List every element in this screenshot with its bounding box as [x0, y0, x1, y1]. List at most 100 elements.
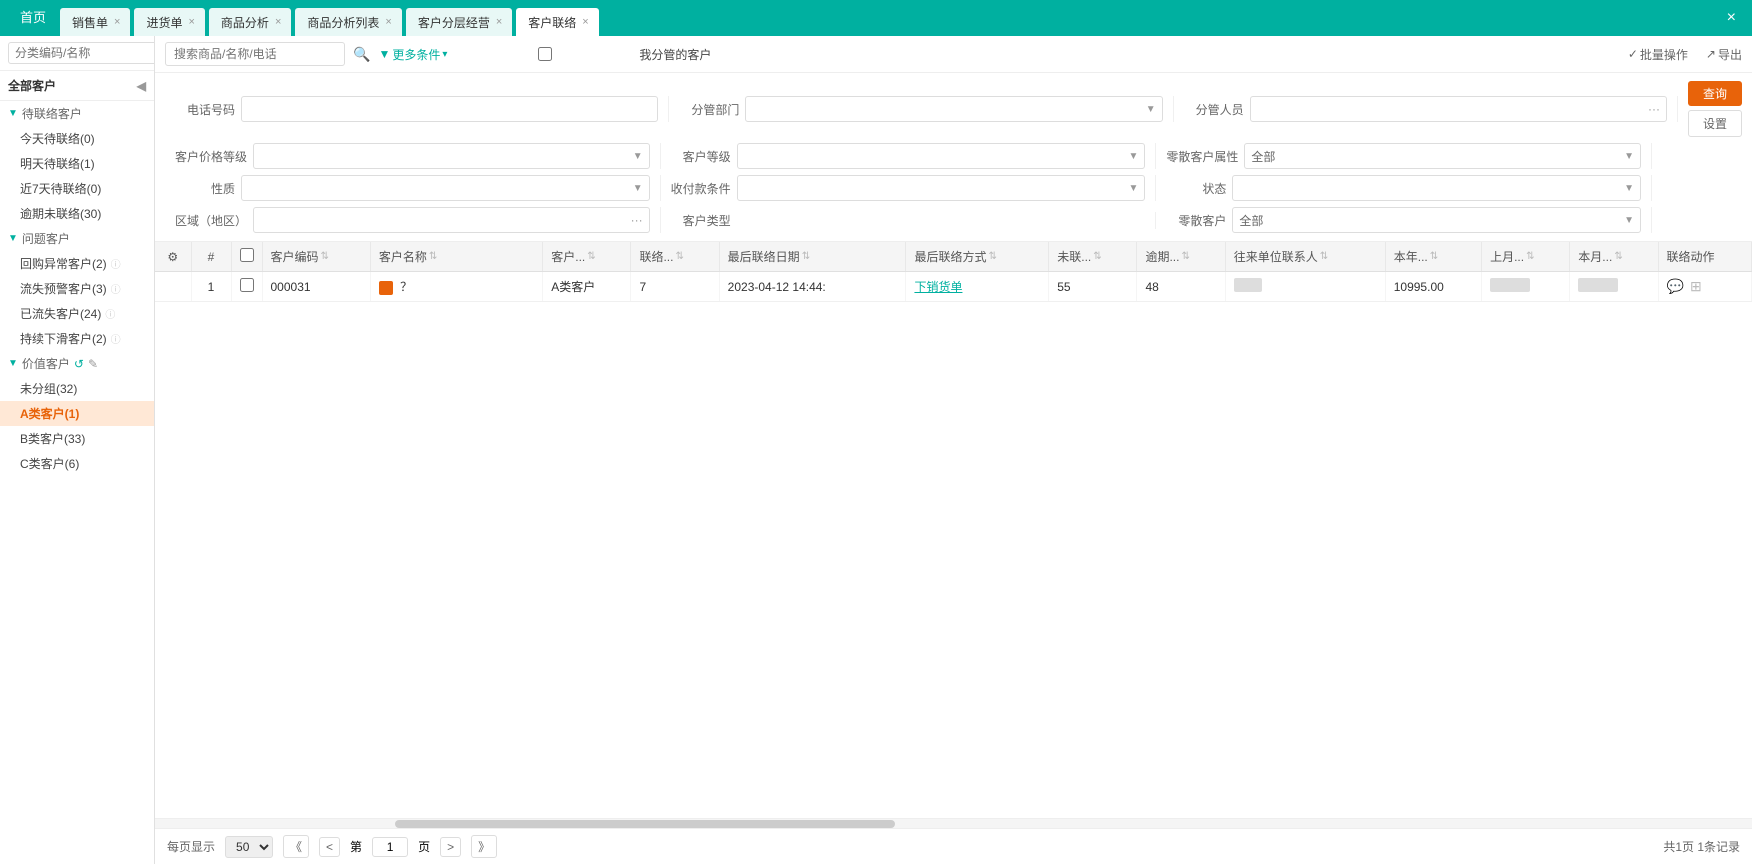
- row-check[interactable]: [231, 272, 262, 302]
- th-check[interactable]: [231, 242, 262, 272]
- tab-sales[interactable]: 销售单 ×: [60, 8, 130, 36]
- chat-icon[interactable]: 💬: [1667, 278, 1684, 295]
- search-input[interactable]: [165, 42, 345, 66]
- filter-dept-select[interactable]: ▼: [745, 96, 1162, 122]
- tab-purchase-close[interactable]: ×: [188, 16, 194, 28]
- sort-icon-company[interactable]: ⇅: [1320, 251, 1328, 262]
- th-company-contact[interactable]: 往来单位联系人 ⇅: [1225, 242, 1385, 272]
- row-checkbox[interactable]: [240, 278, 254, 292]
- filter-scatter-select[interactable]: 全部 ▼: [1232, 207, 1641, 233]
- my-customers-check[interactable]: [455, 47, 635, 61]
- sidebar-item-repurchase[interactable]: 回购异常客户(2) ⓘ: [0, 251, 154, 276]
- next-page-button[interactable]: >: [440, 837, 461, 857]
- th-this-year[interactable]: 本年... ⇅: [1385, 242, 1481, 272]
- window-close-button[interactable]: ×: [1719, 9, 1744, 27]
- sort-icon-overdue[interactable]: ⇅: [1181, 251, 1189, 262]
- filter-payment-select[interactable]: ▼: [737, 175, 1146, 201]
- sidebar-group-pending[interactable]: ▼ 待联络客户: [0, 101, 154, 126]
- tab-goods-analysis[interactable]: 商品分析 ×: [209, 8, 291, 36]
- th-last-method[interactable]: 最后联络方式 ⇅: [906, 242, 1049, 272]
- sidebar-item-b-class[interactable]: B类客户(33): [0, 426, 154, 451]
- sort-icon-method[interactable]: ⇅: [988, 251, 996, 262]
- th-contact[interactable]: 联络... ⇅: [631, 242, 719, 272]
- sidebar-group-value[interactable]: ▼ 价值客户 ↺ ✎: [0, 351, 154, 376]
- sort-icon-nocontact[interactable]: ⇅: [1093, 251, 1101, 262]
- sidebar-item-ungroup[interactable]: 未分组(32): [0, 376, 154, 401]
- sidebar-item-week-pending[interactable]: 近7天待联络(0): [0, 176, 154, 201]
- tab-customer-segment[interactable]: 客户分层经营 ×: [406, 8, 512, 36]
- filter-phone-input[interactable]: [241, 96, 658, 122]
- sidebar-item-c-class[interactable]: C类客户(6): [0, 451, 154, 476]
- qr-icon[interactable]: ⊞: [1690, 278, 1702, 295]
- sidebar-group-problem[interactable]: ▼ 问题客户: [0, 226, 154, 251]
- filter-status-select[interactable]: ▼: [1232, 175, 1641, 201]
- th-last-month[interactable]: 上月... ⇅: [1482, 242, 1570, 272]
- filter-price-level-select[interactable]: ▼: [253, 143, 650, 169]
- select-all-checkbox[interactable]: [240, 248, 254, 262]
- row-customer-name[interactable]: ？: [370, 272, 542, 302]
- sort-icon-thismonth[interactable]: ⇅: [1614, 251, 1622, 262]
- sidebar-item-today-pending[interactable]: 今天待联络(0): [0, 126, 154, 151]
- sidebar-item-a-class[interactable]: A类客户(1): [0, 401, 154, 426]
- scrollbar-thumb[interactable]: [395, 820, 895, 828]
- th-company-contact-label: 往来单位联系人: [1234, 248, 1318, 265]
- setting-button[interactable]: 设置: [1688, 110, 1742, 137]
- filter-customer-level-select[interactable]: ▼: [737, 143, 1146, 169]
- tab-goods-analysis-close[interactable]: ×: [275, 16, 281, 28]
- last-page-button[interactable]: 》: [471, 835, 497, 858]
- prev-page-button[interactable]: <: [319, 837, 340, 857]
- tab-customer-contact-close[interactable]: ×: [582, 16, 588, 28]
- filter-region-dots[interactable]: ···: [631, 213, 643, 227]
- my-customers-checkbox[interactable]: 我分管的客户: [455, 46, 711, 63]
- th-last-date[interactable]: 最后联络日期 ⇅: [719, 242, 906, 272]
- filter-scatter-attr-select[interactable]: 全部 ▼: [1244, 143, 1641, 169]
- sort-icon-contact[interactable]: ⇅: [675, 251, 683, 262]
- more-filter-button[interactable]: ▼ 更多条件 ▾: [378, 46, 447, 63]
- tab-purchase[interactable]: 进货单 ×: [134, 8, 204, 36]
- sort-icon-code[interactable]: ⇅: [321, 251, 329, 262]
- th-customer-type[interactable]: 客户... ⇅: [543, 242, 631, 272]
- refresh-icon[interactable]: ↺: [74, 357, 84, 371]
- th-no-contact[interactable]: 未联... ⇅: [1049, 242, 1137, 272]
- th-customer-code[interactable]: 客户编码 ⇅: [262, 242, 370, 272]
- tab-customer-segment-close[interactable]: ×: [496, 16, 502, 28]
- th-gear[interactable]: ⚙: [155, 242, 191, 272]
- sort-icon-name[interactable]: ⇅: [429, 251, 437, 262]
- filter-manager-select[interactable]: ···: [1250, 96, 1667, 122]
- row-last-method[interactable]: 下销货单: [906, 272, 1049, 302]
- th-customer-name[interactable]: 客户名称 ⇅: [370, 242, 542, 272]
- sort-icon-date[interactable]: ⇅: [802, 251, 810, 262]
- sort-icon-lastmonth[interactable]: ⇅: [1526, 251, 1534, 262]
- sidebar-item-churned[interactable]: 已流失客户(24) ⓘ: [0, 301, 154, 326]
- sidebar-collapse-icon[interactable]: ◀: [137, 79, 146, 93]
- sort-icon-type[interactable]: ⇅: [587, 251, 595, 262]
- tab-goods-analysis-list-close[interactable]: ×: [385, 16, 391, 28]
- tab-goods-analysis-label: 商品分析: [221, 14, 269, 31]
- gear-icon[interactable]: ⚙: [167, 250, 178, 264]
- tab-goods-analysis-list[interactable]: 商品分析列表 ×: [295, 8, 401, 36]
- filter-region-select[interactable]: ···: [253, 207, 650, 233]
- sidebar-item-churn-warning[interactable]: 流失预警客户(3) ⓘ: [0, 276, 154, 301]
- sidebar-all-customers[interactable]: 全部客户 ◀: [0, 71, 154, 101]
- last-method-link[interactable]: 下销货单: [914, 280, 962, 294]
- th-overdue[interactable]: 逾期... ⇅: [1137, 242, 1225, 272]
- sort-icon-year[interactable]: ⇅: [1430, 251, 1438, 262]
- search-button[interactable]: 🔍: [353, 46, 370, 63]
- sidebar-item-overdue-pending[interactable]: 逾期未联络(30): [0, 201, 154, 226]
- query-button[interactable]: 查询: [1688, 81, 1742, 106]
- sidebar-item-tomorrow-pending[interactable]: 明天待联络(1): [0, 151, 154, 176]
- filter-manager-dots[interactable]: ···: [1648, 102, 1660, 116]
- home-tab[interactable]: 首页: [8, 0, 58, 36]
- batch-op-button[interactable]: ✓ 批量操作: [1628, 46, 1688, 63]
- tab-sales-close[interactable]: ×: [114, 16, 120, 28]
- edit-icon[interactable]: ✎: [88, 357, 98, 371]
- first-page-button[interactable]: 《: [283, 835, 309, 858]
- tab-customer-contact[interactable]: 客户联络 ×: [516, 8, 598, 36]
- page-size-select[interactable]: 50: [225, 836, 273, 858]
- page-number-input[interactable]: [372, 837, 408, 857]
- sidebar-search-input[interactable]: [8, 42, 155, 64]
- export-button[interactable]: ↗ 导出: [1706, 46, 1742, 63]
- sidebar-item-declining[interactable]: 持续下滑客户(2) ⓘ: [0, 326, 154, 351]
- filter-nature-select[interactable]: ▼: [241, 175, 650, 201]
- th-this-month[interactable]: 本月... ⇅: [1570, 242, 1658, 272]
